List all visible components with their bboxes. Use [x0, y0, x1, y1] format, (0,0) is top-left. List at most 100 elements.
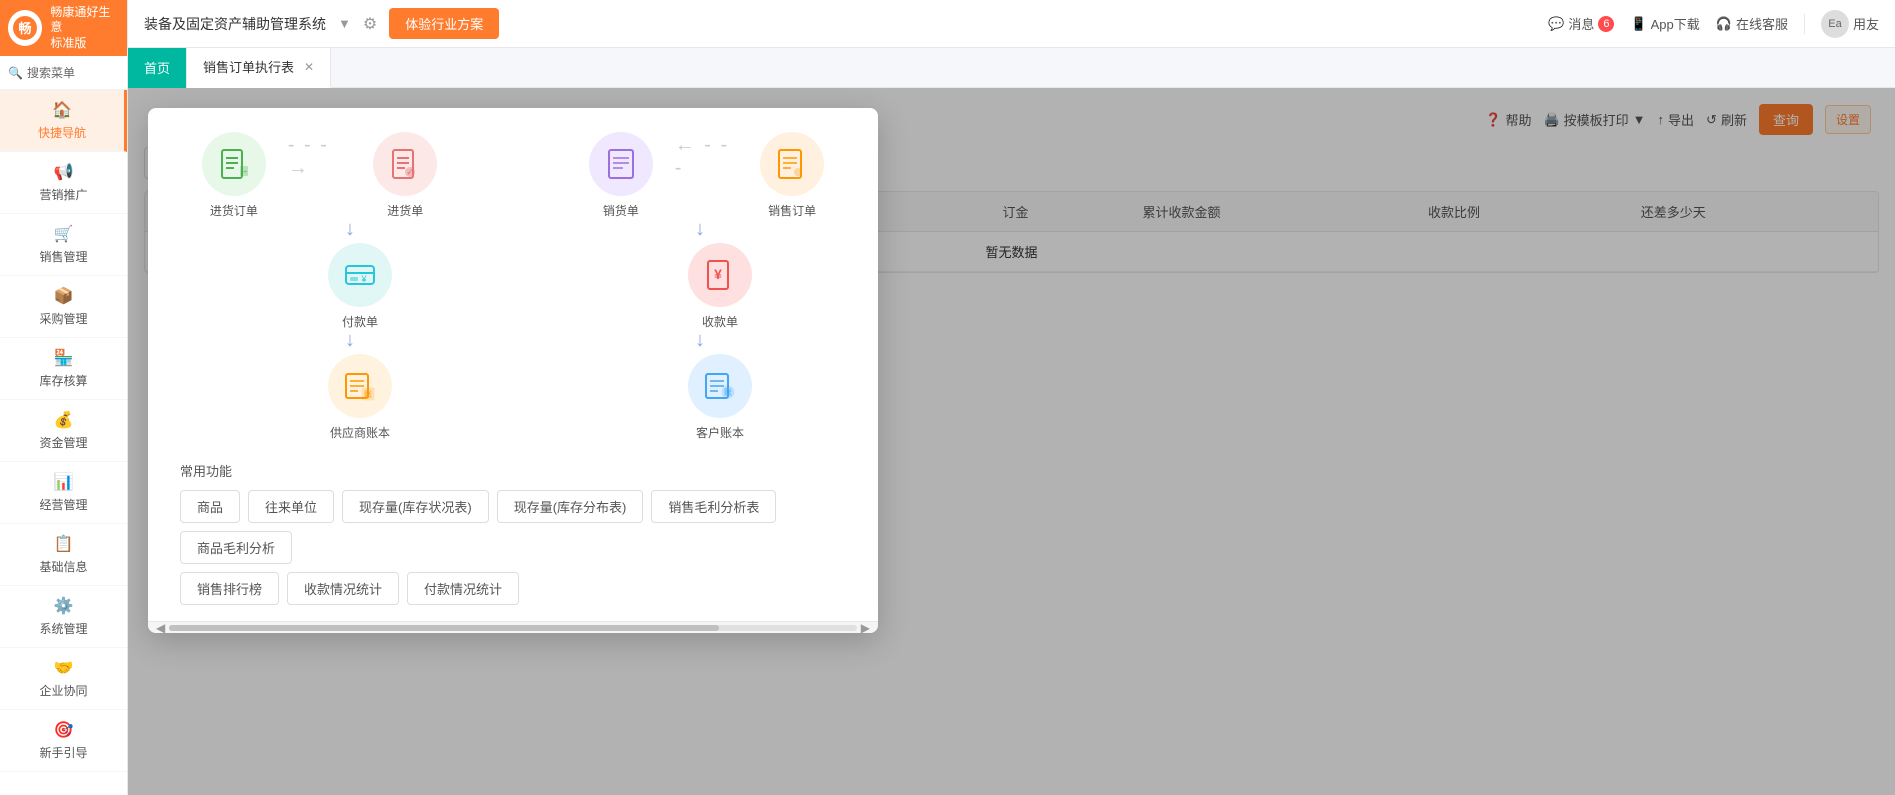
receipt-bill-circle: ¥	[688, 243, 752, 307]
sales-order-circle	[760, 132, 824, 196]
system-icon: ⚙️	[54, 596, 74, 616]
flow-row-3: 账 供应商账本	[180, 354, 846, 441]
customer-account-label: 客户账本	[696, 424, 744, 441]
svg-text:账: 账	[364, 390, 372, 399]
svg-text:→: →	[239, 165, 248, 175]
cf-btn-sales-margin[interactable]: 销售毛利分析表	[651, 490, 776, 523]
svg-text:¥: ¥	[360, 274, 367, 284]
cf-btn-goods-margin[interactable]: 商品毛利分析	[180, 531, 292, 564]
message-icon: 💬	[1548, 16, 1564, 32]
scroll-track[interactable]	[169, 625, 857, 631]
logo-icon: 畅	[8, 10, 42, 46]
flow-diagram: → 进货订单 - - - →	[180, 132, 846, 441]
app-download-btn[interactable]: 📱 App下载	[1630, 14, 1699, 33]
sales-bill-label: 销货单	[603, 202, 639, 219]
cf-btn-sales-rank[interactable]: 销售排行榜	[180, 572, 279, 605]
scroll-left-arrow[interactable]: ◀	[152, 621, 169, 634]
main-content: 装备及固定资产辅助管理系统 ▼ ⚙ 体验行业方案 💬 消息 6 📱 App下载 …	[128, 0, 1895, 795]
arrow-so-to-sb: ← - - -	[675, 134, 738, 218]
scroll-thumb	[169, 625, 719, 631]
cf-btn-stock-dist[interactable]: 现存量(库存分布表)	[497, 490, 644, 523]
sidebar-item-system[interactable]: ⚙️ 系统管理	[0, 586, 127, 648]
flow-row-2: ¥ 付款单	[180, 243, 846, 330]
common-function-buttons: 商品 往来单位 现存量(库存状况表) 现存量(库存分布表) 销售毛利分析表 商品…	[180, 490, 846, 564]
cf-btn-partner[interactable]: 往来单位	[248, 490, 334, 523]
service-icon: 🎧	[1716, 16, 1732, 32]
sidebar-item-guide[interactable]: 🎯 新手引导	[0, 710, 127, 772]
cf-btn-stock-status[interactable]: 现存量(库存状况表)	[342, 490, 489, 523]
tab-close-icon[interactable]: ✕	[304, 60, 314, 74]
svg-text:畅: 畅	[19, 21, 32, 36]
sidebar-item-sales[interactable]: 🛒 销售管理	[0, 214, 127, 276]
common-function-buttons-2: 销售排行榜 收款情况统计 付款情况统计	[180, 572, 846, 605]
message-btn[interactable]: 💬 消息 6	[1548, 14, 1614, 33]
sales-order-tab-label: 销售订单执行表	[203, 57, 294, 76]
dropdown-arrow-icon[interactable]: ▼	[338, 16, 351, 31]
purchase-order-label: 进货订单	[210, 202, 258, 219]
flow-item-sales-order[interactable]: 销售订单	[738, 132, 846, 219]
cf-btn-payment-stats[interactable]: 付款情况统计	[407, 572, 519, 605]
logo-text: 畅康通好生意 标准版	[50, 5, 119, 52]
common-functions-title: 常用功能	[180, 461, 846, 480]
finance-icon: 💰	[54, 410, 74, 430]
modal: → 进货订单 - - - →	[148, 108, 878, 633]
flow-item-receipt-bill[interactable]: ¥ 收款单	[660, 243, 780, 330]
sidebar-item-inventory[interactable]: 🏪 库存核算	[0, 338, 127, 400]
download-icon: 📱	[1630, 16, 1646, 32]
sales-icon: 🛒	[54, 224, 74, 244]
topbar: 装备及固定资产辅助管理系统 ▼ ⚙ 体验行业方案 💬 消息 6 📱 App下载 …	[128, 0, 1895, 48]
flow-item-sales-bill[interactable]: 销货单	[567, 132, 675, 219]
purchase-order-circle: →	[202, 132, 266, 196]
sidebar-search[interactable]: 🔍 搜索菜单	[0, 56, 127, 90]
modal-overlay: → 进货订单 - - - →	[128, 88, 1895, 795]
supplier-account-circle: 账	[328, 354, 392, 418]
flow-item-purchase-order[interactable]: → 进货订单	[180, 132, 288, 219]
sidebar-nav: 🏠 快捷导航 📢 营销推广 🛒 销售管理 📦 采购管理 🏪 库存核算 💰	[0, 90, 127, 795]
home-tab-label: 首页	[144, 58, 170, 77]
supplier-account-label: 供应商账本	[330, 424, 390, 441]
sidebar-logo: 畅 畅康通好生意 标准版	[0, 0, 127, 56]
customer-account-circle: 账	[688, 354, 752, 418]
online-service-btn[interactable]: 🎧 在线客服	[1716, 14, 1788, 33]
operations-icon: 📊	[54, 472, 74, 492]
sales-order-label: 销售订单	[768, 202, 816, 219]
sidebar-item-purchase[interactable]: 📦 采购管理	[0, 276, 127, 338]
sidebar-item-finance[interactable]: 💰 资金管理	[0, 400, 127, 462]
sidebar: 畅 畅康通好生意 标准版 🔍 搜索菜单 🏠 快捷导航 📢 营销推广 🛒	[0, 0, 128, 795]
svg-text:账: 账	[724, 388, 732, 397]
settings-icon[interactable]: ⚙	[363, 14, 377, 34]
guide-icon: 🎯	[54, 720, 74, 740]
flow-item-supplier-account[interactable]: 账 供应商账本	[300, 354, 420, 441]
inventory-icon: 🏪	[54, 348, 74, 368]
flow-item-purchase-bill[interactable]: ✓ 进货单	[351, 132, 459, 219]
sidebar-item-quick-nav[interactable]: 🏠 快捷导航	[0, 90, 127, 152]
topbar-right: 💬 消息 6 📱 App下载 🎧 在线客服 Ea 用友	[1548, 10, 1879, 38]
svg-text:¥: ¥	[714, 266, 722, 282]
flow-item-customer-account[interactable]: 账 客户账本	[660, 354, 780, 441]
payment-bill-circle: ¥	[328, 243, 392, 307]
cf-btn-receipt-stats[interactable]: 收款情况统计	[287, 572, 399, 605]
search-icon: 🔍	[8, 66, 23, 80]
topbar-divider	[1804, 14, 1805, 34]
sidebar-item-marketing[interactable]: 📢 营销推广	[0, 152, 127, 214]
tab-sales-order[interactable]: 销售订单执行表 ✕	[187, 48, 331, 88]
home-icon: 🏠	[52, 100, 72, 120]
payment-bill-label: 付款单	[342, 313, 378, 330]
svg-text:✓: ✓	[406, 167, 414, 177]
sales-bill-circle	[589, 132, 653, 196]
user-menu[interactable]: Ea 用友	[1821, 10, 1879, 38]
basic-info-icon: 📋	[54, 534, 74, 554]
flow-item-payment-bill[interactable]: ¥ 付款单	[300, 243, 420, 330]
cf-btn-goods[interactable]: 商品	[180, 490, 240, 523]
purchase-icon: 📦	[54, 286, 74, 306]
system-title: 装备及固定资产辅助管理系统	[144, 14, 326, 34]
modal-body: → 进货订单 - - - →	[148, 108, 878, 621]
trial-btn[interactable]: 体验行业方案	[389, 8, 499, 39]
common-functions: 常用功能 商品 往来单位 现存量(库存状况表) 现存量(库存分布表) 销售毛利分…	[180, 461, 846, 605]
tab-home[interactable]: 首页	[128, 48, 187, 88]
scroll-right-arrow[interactable]: ▶	[857, 621, 874, 634]
flow-row-arrows: ↓ ↓	[180, 219, 846, 239]
sidebar-item-basic-info[interactable]: 📋 基础信息	[0, 524, 127, 586]
sidebar-item-operations[interactable]: 📊 经营管理	[0, 462, 127, 524]
sidebar-item-collab[interactable]: 🤝 企业协同	[0, 648, 127, 710]
